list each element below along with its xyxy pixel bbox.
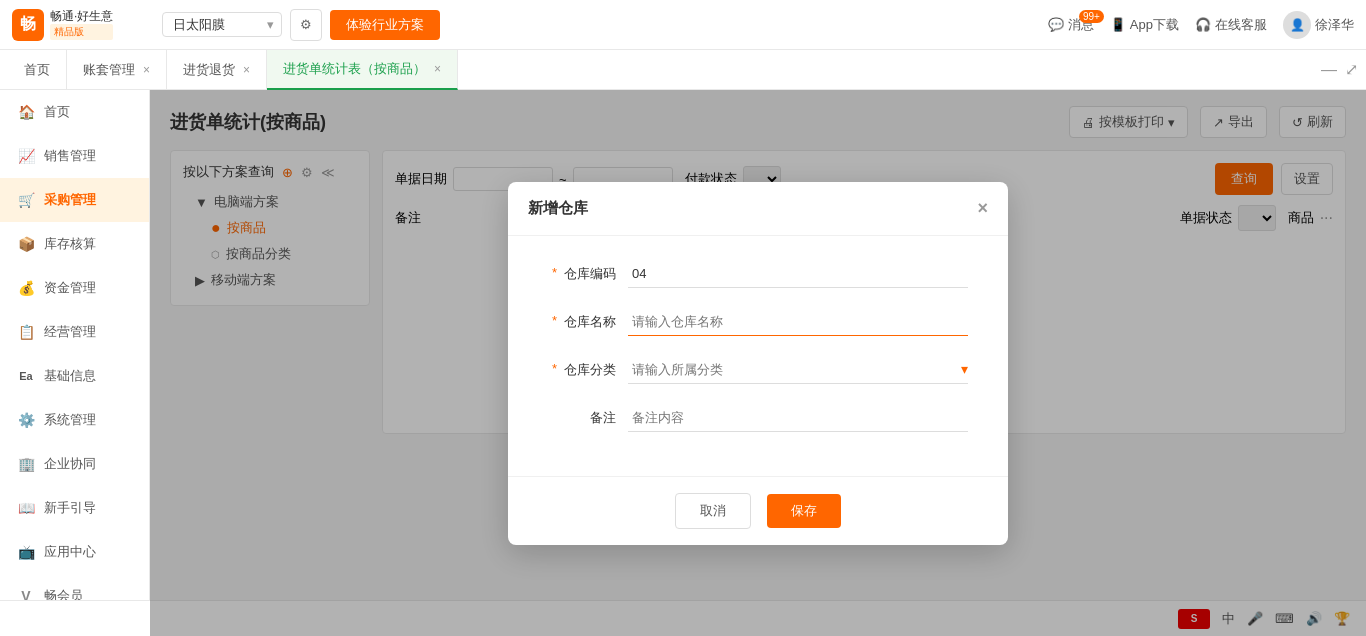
tab-account[interactable]: 账套管理 × xyxy=(67,50,167,90)
form-row-remark: 备注 xyxy=(548,404,968,432)
sidebar-item-operation[interactable]: 📋 经营管理 xyxy=(0,310,149,354)
inventory-icon: 📦 xyxy=(16,234,36,254)
code-label: 仓库编码 xyxy=(548,265,628,283)
sidebar-item-inventory[interactable]: 📦 库存核算 xyxy=(0,222,149,266)
dialog-header: 新增仓库 × xyxy=(508,182,1008,236)
operation-icon: 📋 xyxy=(16,322,36,342)
sidebar-enterprise-label: 企业协同 xyxy=(44,455,96,473)
sidebar-finance-label: 资金管理 xyxy=(44,279,96,297)
sidebar: 🏠 首页 📈 销售管理 🛒 采购管理 📦 库存核算 💰 资金管理 📋 经营管理 … xyxy=(0,90,150,636)
dialog-footer: 取消 保存 xyxy=(508,476,1008,545)
tab-purchase-return-close[interactable]: × xyxy=(243,63,250,77)
guide-icon: 📖 xyxy=(16,498,36,518)
sidebar-inventory-label: 库存核算 xyxy=(44,235,96,253)
apps-icon: 📺 xyxy=(16,542,36,562)
sidebar-item-basic[interactable]: Ea 基础信息 xyxy=(0,354,149,398)
dialog-overlay: 新增仓库 × 仓库编码 仓库名称 仓库分类 xyxy=(150,90,1366,636)
add-warehouse-dialog: 新增仓库 × 仓库编码 仓库名称 仓库分类 xyxy=(508,182,1008,545)
tab-purchase-stat-label: 进货单统计表（按商品） xyxy=(283,60,426,78)
category-select-wrap[interactable]: ▾ xyxy=(628,356,968,384)
category-input[interactable] xyxy=(628,356,961,383)
finance-icon: 💰 xyxy=(16,278,36,298)
online-service-label: 在线客服 xyxy=(1215,16,1267,34)
tab-purchase-return-label: 进货退货 xyxy=(183,61,235,79)
sidebar-apps-label: 应用中心 xyxy=(44,543,96,561)
remark-input[interactable] xyxy=(628,404,968,432)
dialog-close-button[interactable]: × xyxy=(977,198,988,219)
save-button[interactable]: 保存 xyxy=(767,494,841,528)
sidebar-item-system[interactable]: ⚙️ 系统管理 xyxy=(0,398,149,442)
dialog-body: 仓库编码 仓库名称 仓库分类 ▾ xyxy=(508,236,1008,476)
app-download-item[interactable]: 📱 App下载 xyxy=(1110,16,1179,34)
enterprise-icon: 🏢 xyxy=(16,454,36,474)
username: 徐泽华 xyxy=(1315,16,1354,34)
sidebar-home-label: 首页 xyxy=(44,103,70,121)
remark-label: 备注 xyxy=(548,409,628,427)
user-area[interactable]: 👤 徐泽华 xyxy=(1283,11,1354,39)
name-label: 仓库名称 xyxy=(548,313,628,331)
dialog-title: 新增仓库 xyxy=(528,199,588,218)
tab-bar-controls: — ⤢ xyxy=(1321,60,1358,79)
form-row-category: 仓库分类 ▾ xyxy=(548,356,968,384)
sidebar-system-label: 系统管理 xyxy=(44,411,96,429)
logo-sub: 精品版 xyxy=(50,24,113,40)
sidebar-purchase-label: 采购管理 xyxy=(44,191,96,209)
category-dropdown-icon: ▾ xyxy=(961,361,968,377)
notification-badge: 99+ xyxy=(1079,10,1104,23)
headset-icon: 🎧 xyxy=(1195,17,1211,32)
header-right: 💬 消息 99+ 📱 App下载 🎧 在线客服 👤 徐泽华 xyxy=(1048,11,1354,39)
sales-icon: 📈 xyxy=(16,146,36,166)
sidebar-item-purchase[interactable]: 🛒 采购管理 xyxy=(0,178,149,222)
tab-purchase-stat-close[interactable]: × xyxy=(434,62,441,76)
sidebar-guide-label: 新手引导 xyxy=(44,499,96,517)
sidebar-sales-label: 销售管理 xyxy=(44,147,96,165)
home-icon: 🏠 xyxy=(16,102,36,122)
main-layout: 🏠 首页 📈 销售管理 🛒 采购管理 📦 库存核算 💰 资金管理 📋 经营管理 … xyxy=(0,90,1366,636)
search-select[interactable]: 日太阳膜 xyxy=(162,12,282,37)
tab-account-label: 账套管理 xyxy=(83,61,135,79)
trial-button[interactable]: 体验行业方案 xyxy=(330,10,440,40)
sidebar-item-home[interactable]: 🏠 首页 xyxy=(0,90,149,134)
sidebar-item-apps[interactable]: 📺 应用中心 xyxy=(0,530,149,574)
top-header: 畅 畅通·好生意 精品版 日太阳膜 ⚙ 体验行业方案 💬 消息 99+ 📱 Ap… xyxy=(0,0,1366,50)
settings-icon[interactable]: ⚙ xyxy=(290,9,322,41)
sidebar-item-guide[interactable]: 📖 新手引导 xyxy=(0,486,149,530)
sidebar-operation-label: 经营管理 xyxy=(44,323,96,341)
content-area: 进货单统计(按商品) 🖨 按模板打印 ▾ ↗ 导出 ↺ 刷新 xyxy=(150,90,1366,636)
search-area: 日太阳膜 ⚙ 体验行业方案 xyxy=(162,9,1048,41)
system-icon: ⚙️ xyxy=(16,410,36,430)
purchase-icon: 🛒 xyxy=(16,190,36,210)
logo-title: 畅通·好生意 xyxy=(50,9,113,25)
sidebar-item-sales[interactable]: 📈 销售管理 xyxy=(0,134,149,178)
logo-icon: 畅 xyxy=(12,9,44,41)
sidebar-basic-label: 基础信息 xyxy=(44,367,96,385)
notification-item[interactable]: 💬 消息 99+ xyxy=(1048,16,1094,34)
tab-maximize-icon[interactable]: ⤢ xyxy=(1345,60,1358,79)
name-input[interactable] xyxy=(628,308,968,336)
sidebar-item-enterprise[interactable]: 🏢 企业协同 xyxy=(0,442,149,486)
tab-account-close[interactable]: × xyxy=(143,63,150,77)
tab-home-label: 首页 xyxy=(24,61,50,79)
code-input[interactable] xyxy=(628,260,968,288)
form-row-name: 仓库名称 xyxy=(548,308,968,336)
sidebar-item-finance[interactable]: 💰 资金管理 xyxy=(0,266,149,310)
avatar: 👤 xyxy=(1283,11,1311,39)
tab-purchase-return[interactable]: 进货退货 × xyxy=(167,50,267,90)
tab-minimize-icon[interactable]: — xyxy=(1321,61,1337,79)
tab-purchase-stat[interactable]: 进货单统计表（按商品） × xyxy=(267,50,458,90)
form-row-code: 仓库编码 xyxy=(548,260,968,288)
app-download-label: App下载 xyxy=(1130,16,1179,34)
phone-icon: 📱 xyxy=(1110,17,1126,32)
basic-icon: Ea xyxy=(16,366,36,386)
search-select-wrap[interactable]: 日太阳膜 xyxy=(162,12,282,37)
tab-home[interactable]: 首页 xyxy=(8,50,67,90)
online-service-item[interactable]: 🎧 在线客服 xyxy=(1195,16,1267,34)
category-label: 仓库分类 xyxy=(548,361,628,379)
tab-bar: 首页 账套管理 × 进货退货 × 进货单统计表（按商品） × — ⤢ xyxy=(0,50,1366,90)
logo-area: 畅 畅通·好生意 精品版 xyxy=(12,9,162,41)
cancel-button[interactable]: 取消 xyxy=(675,493,751,529)
message-icon: 💬 xyxy=(1048,17,1064,32)
